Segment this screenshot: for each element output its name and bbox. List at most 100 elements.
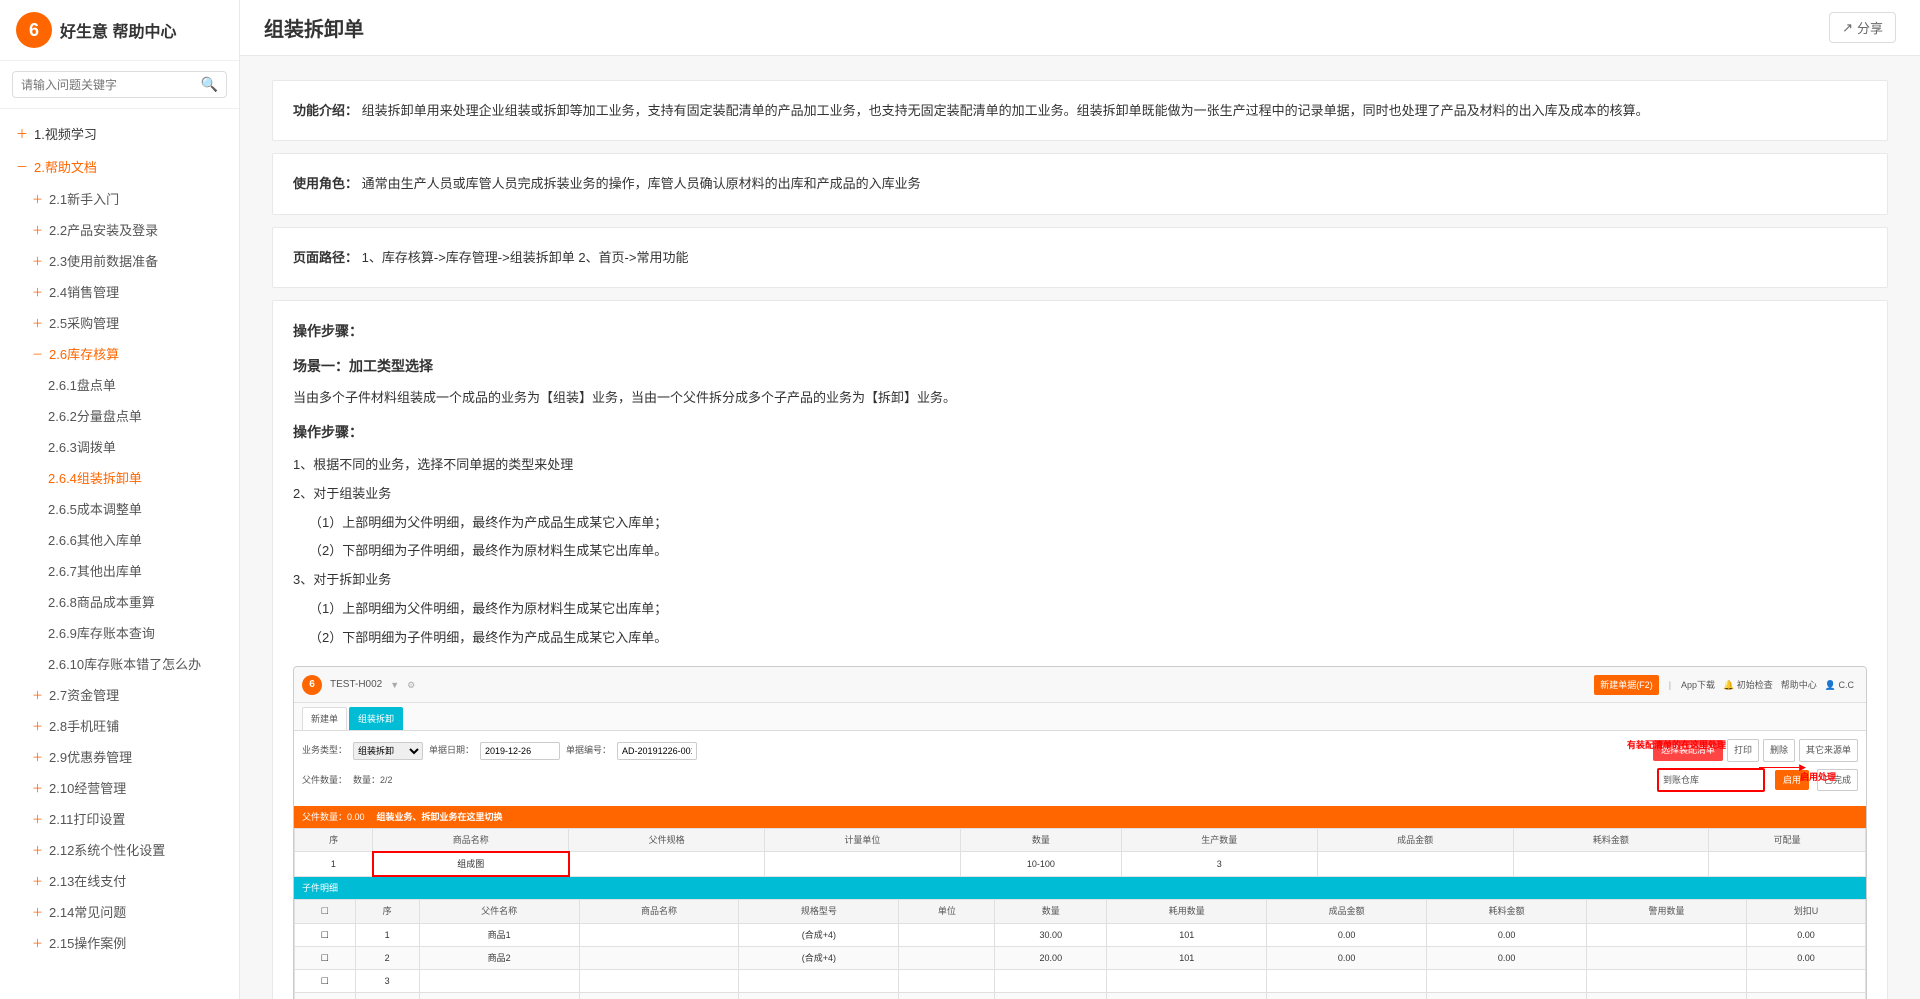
mock-count-val: 数量：2/2 xyxy=(353,772,393,788)
mock-cell-matamt xyxy=(1513,852,1709,876)
plus-icon-2-5: ＋ xyxy=(32,315,43,331)
mock-parent-row-1: 1 组成图 10-100 3 xyxy=(295,852,1866,876)
sidebar-item-2-10[interactable]: ＋ 2.10经营管理 xyxy=(0,772,239,803)
search-input[interactable] xyxy=(21,78,201,92)
sidebar-item-2-7[interactable]: ＋ 2.7资金管理 xyxy=(0,679,239,710)
mock-label-docno: 单据编号： xyxy=(566,742,611,758)
sidebar-item-2-6-8[interactable]: 2.6.8商品成本重算 xyxy=(0,586,239,617)
share-button[interactable]: ↗ 分享 xyxy=(1829,12,1896,43)
plus-icon-2-13: ＋ xyxy=(32,873,43,889)
mock-child-row-4: ☐4 xyxy=(295,993,1866,999)
nav-sub-2: ＋ 2.1新手入门 ＋ 2.2产品安装及登录 ＋ 2.3使用前数据准备 ＋ 2.… xyxy=(0,183,239,958)
sidebar-item-2-6-2[interactable]: 2.6.2分量盘点单 xyxy=(0,400,239,431)
role-card: 使用角色： 通常由生产人员或库管人员完成拆装业务的操作，库管人员确认原材料的出库… xyxy=(272,153,1888,214)
mock-warehouse-box: 到账仓库 xyxy=(1657,768,1765,792)
annotation-1: 有装配清单的在这里处理 xyxy=(1627,737,1726,753)
mock-col-name: 商品名称 xyxy=(373,828,569,852)
sidebar-item-1-label: 1.视频学习 xyxy=(34,124,97,143)
search-box: 🔍 xyxy=(12,71,227,98)
logo-icon: 6 xyxy=(16,12,52,48)
mock-new-btn[interactable]: 新建单据(F2) xyxy=(1594,675,1659,695)
top-bar: 组装拆卸单 ↗ 分享 xyxy=(240,0,1920,56)
search-icon[interactable]: 🔍 xyxy=(201,76,218,93)
sidebar-item-2-1-label: 2.1新手入门 xyxy=(49,189,119,208)
intro-text: 组装拆卸单用来处理企业组装或拆卸等加工业务，支持有固定装配清单的产品加工业务，也… xyxy=(362,103,1649,118)
sidebar-item-2-6-6[interactable]: 2.6.6其他入库单 xyxy=(0,524,239,555)
mock-btn-other[interactable]: 其它来源单 xyxy=(1799,739,1858,761)
sidebar-item-2-14[interactable]: ＋ 2.14常见问题 xyxy=(0,896,239,927)
sidebar-item-2-5[interactable]: ＋ 2.5采购管理 xyxy=(0,307,239,338)
mock-tab-new[interactable]: 新建单 xyxy=(302,707,347,730)
mock-company: TEST-H002 xyxy=(330,676,382,694)
mock-cell-prodamt xyxy=(1317,852,1513,876)
sidebar-item-2-6-9[interactable]: 2.6.9库存账本查询 xyxy=(0,617,239,648)
mock-tab-new-label: 新建单 xyxy=(311,714,338,724)
step3-sub2: （2）下部明细为子件明细，最终作为产成品生成某它入库单。 xyxy=(293,626,1867,651)
sidebar-item-2-6-3[interactable]: 2.6.3调拨单 xyxy=(0,431,239,462)
scenario1-desc: 当由多个子件材料组装成一个成品的业务为【组装】业务，当由一个父件拆分成多个子产品… xyxy=(293,386,1867,411)
mock-child-col-prod-amt: 成品金额 xyxy=(1267,900,1427,923)
plus-icon-2-15: ＋ xyxy=(32,935,43,951)
mock-input-docno[interactable] xyxy=(617,742,697,760)
sidebar-item-2[interactable]: － 2.帮助文档 xyxy=(0,150,239,183)
intro-label: 功能介绍： xyxy=(293,103,358,118)
mock-child-row-3: ☐3 xyxy=(295,969,1866,992)
mock-child-col-qty: 数量 xyxy=(995,900,1107,923)
mock-tab-assemble[interactable]: 组装拆卸 xyxy=(349,707,403,730)
sidebar-item-2-6-7[interactable]: 2.6.7其他出库单 xyxy=(0,555,239,586)
sidebar-item-2-3-label: 2.3使用前数据准备 xyxy=(49,251,158,270)
sidebar-item-2-14-label: 2.14常见问题 xyxy=(49,902,126,921)
sidebar-item-2-6-10[interactable]: 2.6.10库存账本错了怎么办 xyxy=(0,648,239,679)
sidebar-item-2-3[interactable]: ＋ 2.3使用前数据准备 xyxy=(0,245,239,276)
sidebar-item-2-9-label: 2.9优惠券管理 xyxy=(49,747,132,766)
sidebar-item-2-11-label: 2.11打印设置 xyxy=(49,809,125,828)
mock-tab-bar: 新建单 组装拆卸 xyxy=(294,703,1866,731)
mock-col-unit: 计量单位 xyxy=(764,828,960,852)
step3-sub1: （1）上部明细为父件明细，最终作为原材料生成某它出库单； xyxy=(293,597,1867,622)
sidebar-item-2-6[interactable]: － 2.6库存核算 xyxy=(0,338,239,369)
mock-child-col-seq: 序 xyxy=(355,900,419,923)
sidebar-item-2-8[interactable]: ＋ 2.8手机旺铺 xyxy=(0,710,239,741)
sidebar-item-2-11[interactable]: ＋ 2.11打印设置 xyxy=(0,803,239,834)
share-icon: ↗ xyxy=(1842,20,1853,36)
minus-icon: － xyxy=(16,158,28,175)
sidebar-item-2-13-label: 2.13在线支付 xyxy=(49,871,126,890)
mock-input-warehouse[interactable] xyxy=(1699,771,1759,789)
plus-icon-2-11: ＋ xyxy=(32,811,43,827)
sidebar-item-2-1[interactable]: ＋ 2.1新手入门 xyxy=(0,183,239,214)
sidebar-item-2-12[interactable]: ＋ 2.12系统个性化设置 xyxy=(0,834,239,865)
intro-card: 功能介绍： 组装拆卸单用来处理企业组装或拆卸等加工业务，支持有固定装配清单的产品… xyxy=(272,80,1888,141)
sidebar-item-2-13[interactable]: ＋ 2.13在线支付 xyxy=(0,865,239,896)
sidebar-item-2-6-1[interactable]: 2.6.1盘点单 xyxy=(0,369,239,400)
mock-btn-print[interactable]: 打印 xyxy=(1727,739,1759,761)
mock-child-col-parent: 父件名称 xyxy=(419,900,579,923)
sidebar-item-1[interactable]: ＋ 1.视频学习 xyxy=(0,117,239,150)
mock-cell-spec xyxy=(569,852,765,876)
mock-select-type[interactable]: 组装拆卸 xyxy=(353,742,423,760)
plus-icon-2-3: ＋ xyxy=(32,253,43,269)
sidebar-item-2-6-5[interactable]: 2.6.5成本调整单 xyxy=(0,493,239,524)
mock-child-col-chk: ☐ xyxy=(295,900,356,923)
sidebar-item-2-2[interactable]: ＋ 2.2产品安装及登录 xyxy=(0,214,239,245)
annotation-3-text: 组装业务、拆卸业务在这里切换 xyxy=(377,809,503,825)
mock-app-bar: 6 TEST-H002 ▼ ⚙ 新建单据(F2) | App下载 🔔 初始检查 … xyxy=(294,667,1866,703)
mock-cell-prodqty: 3 xyxy=(1121,852,1317,876)
mock-btn-delete[interactable]: 删除 xyxy=(1763,739,1795,761)
sidebar-item-2-4[interactable]: ＋ 2.4销售管理 xyxy=(0,276,239,307)
mock-col-prod-qty: 生产数量 xyxy=(1121,828,1317,852)
sidebar-item-2-7-label: 2.7资金管理 xyxy=(49,685,119,704)
mock-child-col-use-qty: 耗用数量 xyxy=(1107,900,1267,923)
mock-child-header-row: ☐ 序 父件名称 商品名称 规格型号 单位 数量 耗用数量 成品金额 耗料金 xyxy=(295,900,1866,923)
mock-child-row-2: ☐ 2 商品2 (合成+4) 20.00 101 0.00 0.00 xyxy=(295,946,1866,969)
sidebar-item-2-15[interactable]: ＋ 2.15操作案例 xyxy=(0,927,239,958)
sidebar-item-2-6-4[interactable]: 2.6.4组装拆卸单 xyxy=(0,462,239,493)
minus-icon-2-6: － xyxy=(32,346,43,362)
step1: 1、根据不同的业务，选择不同单据的类型来处理 xyxy=(293,453,1867,478)
sidebar-item-2-6-label: 2.6库存核算 xyxy=(49,344,119,363)
mock-child-table: ☐ 序 父件名称 商品名称 规格型号 单位 数量 耗用数量 成品金额 耗料金 xyxy=(294,899,1866,999)
mock-child-col-spec: 规格型号 xyxy=(739,900,899,923)
sidebar-item-2-5-label: 2.5采购管理 xyxy=(49,313,119,332)
plus-icon-2-2: ＋ xyxy=(32,222,43,238)
mock-input-date[interactable] xyxy=(480,742,560,760)
sidebar-item-2-9[interactable]: ＋ 2.9优惠券管理 xyxy=(0,741,239,772)
